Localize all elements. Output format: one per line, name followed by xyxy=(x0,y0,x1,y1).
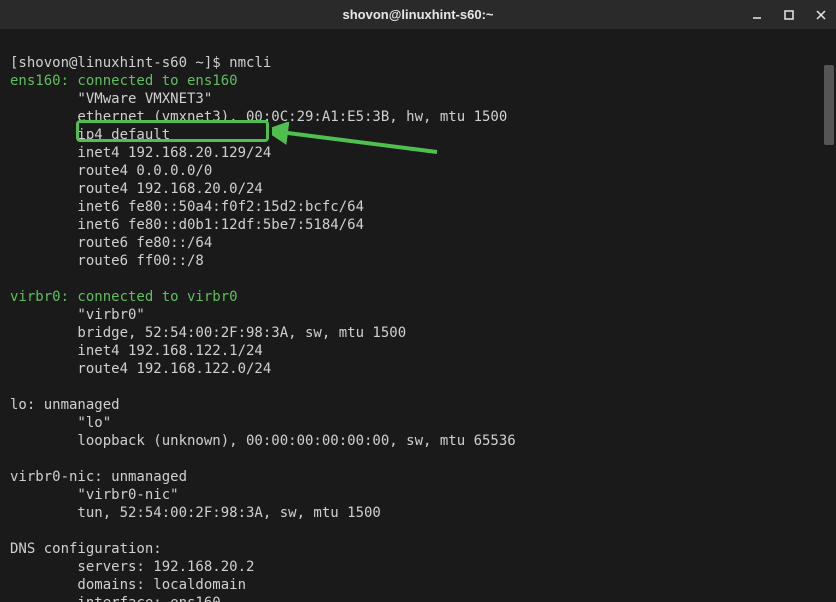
virbr0nic-device: "virbr0-nic" xyxy=(10,487,179,503)
virbr0-header: virbr0: connected to virbr0 xyxy=(10,289,238,305)
virbr0nic-header: virbr0-nic: unmanaged xyxy=(10,469,187,485)
close-button[interactable] xyxy=(814,8,828,22)
ens160-inet4-addr: 192.168.20.129 xyxy=(128,145,246,161)
maximize-button[interactable] xyxy=(782,8,796,22)
ens160-details: ethernet (vmxnet3), 00:0C:29:A1:E5:3B, h… xyxy=(10,109,507,125)
virbr0-details: bridge, 52:54:00:2F:98:3A, sw, mtu 1500 xyxy=(10,325,406,341)
virbr0-device: "virbr0" xyxy=(10,307,145,323)
ens160-route4-0: route4 0.0.0.0/0 xyxy=(10,163,212,179)
window-title: shovon@linuxhint-s60:~ xyxy=(343,7,494,22)
arrow-annotation xyxy=(272,122,452,162)
terminal-window: shovon@linuxhint-s60:~ [shovon@linuxhint… xyxy=(0,0,836,602)
terminal-body[interactable]: [shovon@linuxhint-s60 ~]$ nmcli ens160: … xyxy=(0,30,836,602)
ens160-inet4-suffix: /24 xyxy=(246,145,271,161)
minimize-button[interactable] xyxy=(750,8,764,22)
dns-header: DNS configuration: xyxy=(10,541,162,557)
lo-header: lo: unmanaged xyxy=(10,397,120,413)
virbr0nic-details: tun, 52:54:00:2F:98:3A, sw, mtu 1500 xyxy=(10,505,381,521)
lo-details: loopback (unknown), 00:00:00:00:00:00, s… xyxy=(10,433,516,449)
dns-domains: domains: localdomain xyxy=(10,577,246,593)
prompt: [shovon@linuxhint-s60 ~]$ xyxy=(10,55,229,71)
ens160-inet6-0: inet6 fe80::50a4:f0f2:15d2:bcfc/64 xyxy=(10,199,364,215)
lo-device: "lo" xyxy=(10,415,111,431)
dns-servers: servers: 192.168.20.2 xyxy=(10,559,254,575)
ens160-inet4-prefix: inet4 xyxy=(10,145,128,161)
ens160-ip4-default: ip4 default xyxy=(10,127,170,143)
ens160-inet6-1: inet6 fe80::d0b1:12df:5be7:5184/64 xyxy=(10,217,364,233)
dns-interface: interface: ens160 xyxy=(10,595,221,602)
ens160-route6-1: route6 ff00::/8 xyxy=(10,253,204,269)
virbr0-inet4: inet4 192.168.122.1/24 xyxy=(10,343,263,359)
ens160-route4-1: route4 192.168.20.0/24 xyxy=(10,181,263,197)
window-controls xyxy=(750,8,828,22)
ens160-header: ens160: connected to ens160 xyxy=(10,73,238,89)
scrollbar-thumb[interactable] xyxy=(824,65,834,145)
titlebar: shovon@linuxhint-s60:~ xyxy=(0,0,836,30)
ens160-device: "VMware VMXNET3" xyxy=(10,91,212,107)
virbr0-route4: route4 192.168.122.0/24 xyxy=(10,361,271,377)
command-text: nmcli xyxy=(229,55,271,71)
ens160-route6-0: route6 fe80::/64 xyxy=(10,235,212,251)
